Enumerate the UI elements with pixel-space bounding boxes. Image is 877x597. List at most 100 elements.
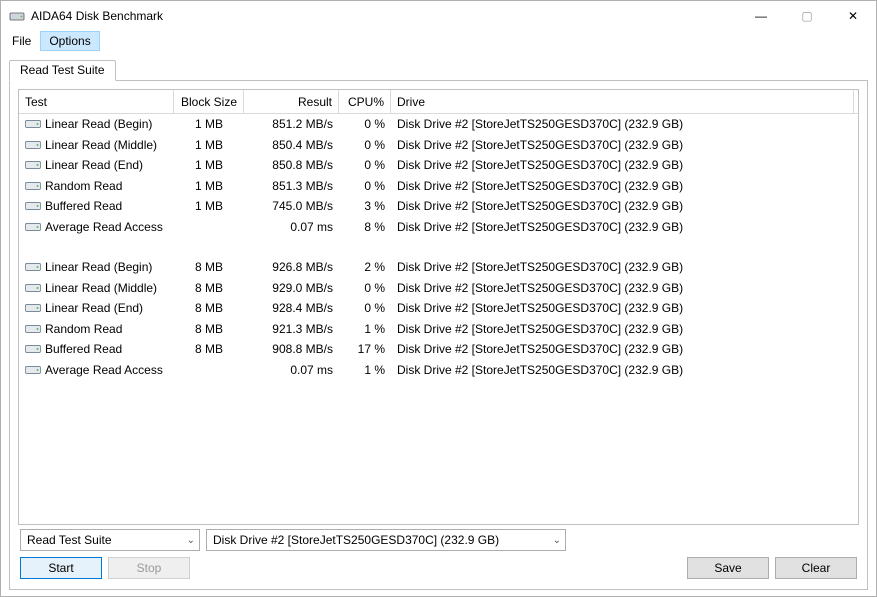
disk-icon [25, 343, 41, 355]
table-row[interactable]: Average Read Access0.07 ms8 %Disk Drive … [19, 217, 858, 238]
table-body: Linear Read (Begin)1 MB851.2 MB/s0 %Disk… [19, 114, 858, 380]
tabpage: Test Block Size Result CPU% Drive Linear… [9, 80, 868, 590]
cell-drive: Disk Drive #2 [StoreJetTS250GESD370C] (2… [391, 199, 854, 213]
cell-block-size: 1 MB [174, 158, 244, 172]
menu-file[interactable]: File [3, 31, 40, 51]
cell-result: 929.0 MB/s [244, 281, 339, 295]
disk-icon [25, 323, 41, 335]
table-row[interactable]: Random Read1 MB851.3 MB/s0 %Disk Drive #… [19, 176, 858, 197]
cell-result: 0.07 ms [244, 363, 339, 377]
cell-cpu: 0 % [339, 138, 391, 152]
close-button[interactable]: ✕ [830, 1, 876, 31]
app-icon [9, 8, 25, 24]
col-drive[interactable]: Drive [391, 90, 854, 113]
cell-result: 908.8 MB/s [244, 342, 339, 356]
disk-icon [25, 282, 41, 294]
table-row[interactable]: Buffered Read1 MB745.0 MB/s3 %Disk Drive… [19, 196, 858, 217]
cell-drive: Disk Drive #2 [StoreJetTS250GESD370C] (2… [391, 179, 854, 193]
cell-block-size: 8 MB [174, 260, 244, 274]
maximize-button[interactable]: ▢ [784, 1, 830, 31]
cell-test: Linear Read (Begin) [45, 260, 152, 274]
cell-block-size: 1 MB [174, 199, 244, 213]
cell-drive: Disk Drive #2 [StoreJetTS250GESD370C] (2… [391, 117, 854, 131]
cell-drive: Disk Drive #2 [StoreJetTS250GESD370C] (2… [391, 363, 854, 377]
cell-drive: Disk Drive #2 [StoreJetTS250GESD370C] (2… [391, 301, 854, 315]
col-cpu[interactable]: CPU% [339, 90, 391, 113]
menubar: File Options [1, 31, 876, 51]
table-header: Test Block Size Result CPU% Drive [19, 90, 858, 114]
cell-test: Buffered Read [45, 342, 122, 356]
buttons-row: Start Stop Save Clear [18, 555, 859, 581]
clear-button[interactable]: Clear [775, 557, 857, 579]
save-button[interactable]: Save [687, 557, 769, 579]
cell-cpu: 0 % [339, 158, 391, 172]
disk-icon [25, 364, 41, 376]
cell-test: Average Read Access [45, 363, 163, 377]
cell-block-size: 8 MB [174, 281, 244, 295]
cell-drive: Disk Drive #2 [StoreJetTS250GESD370C] (2… [391, 138, 854, 152]
app-window: AIDA64 Disk Benchmark — ▢ ✕ File Options… [0, 0, 877, 597]
cell-block-size: 8 MB [174, 342, 244, 356]
cell-result: 926.8 MB/s [244, 260, 339, 274]
cell-result: 0.07 ms [244, 220, 339, 234]
cell-test: Linear Read (End) [45, 158, 143, 172]
table-row[interactable]: Linear Read (Begin) 8 MB926.8 MB/s2 %Disk… [19, 257, 858, 278]
col-block-size[interactable]: Block Size [174, 90, 244, 113]
cell-result: 850.4 MB/s [244, 138, 339, 152]
cell-cpu: 3 % [339, 199, 391, 213]
minimize-button[interactable]: — [738, 1, 784, 31]
start-button[interactable]: Start [20, 557, 102, 579]
cell-drive: Disk Drive #2 [StoreJetTS250GESD370C] (2… [391, 158, 854, 172]
cell-result: 745.0 MB/s [244, 199, 339, 213]
cell-result: 928.4 MB/s [244, 301, 339, 315]
cell-test: Linear Read (Middle) [45, 281, 157, 295]
drive-select-value: Disk Drive #2 [StoreJetTS250GESD370C] (2… [213, 533, 499, 547]
tab-read-test-suite[interactable]: Read Test Suite [9, 60, 116, 81]
disk-icon [25, 180, 41, 192]
cell-test: Average Read Access [45, 220, 163, 234]
cell-cpu: 1 % [339, 322, 391, 336]
cell-block-size: 8 MB [174, 322, 244, 336]
cell-result: 921.3 MB/s [244, 322, 339, 336]
menu-options[interactable]: Options [40, 31, 99, 51]
window-controls: — ▢ ✕ [738, 1, 876, 31]
table-row[interactable]: Linear Read (End) 8 MB928.4 MB/s0 %Disk D… [19, 298, 858, 319]
cell-block-size: 8 MB [174, 301, 244, 315]
disk-icon [25, 200, 41, 212]
drive-select[interactable]: Disk Drive #2 [StoreJetTS250GESD370C] (2… [206, 529, 566, 551]
col-result[interactable]: Result [244, 90, 339, 113]
table-row[interactable]: Linear Read (End)1 MB850.8 MB/s0 %Disk D… [19, 155, 858, 176]
disk-icon [25, 118, 41, 130]
cell-drive: Disk Drive #2 [StoreJetTS250GESD370C] (2… [391, 281, 854, 295]
cell-drive: Disk Drive #2 [StoreJetTS250GESD370C] (2… [391, 260, 854, 274]
cell-cpu: 1 % [339, 363, 391, 377]
cell-cpu: 17 % [339, 342, 391, 356]
tabstrip: Read Test Suite [9, 60, 868, 81]
cell-cpu: 0 % [339, 117, 391, 131]
stop-button: Stop [108, 557, 190, 579]
table-row[interactable]: Linear Read (Middle)1 MB850.4 MB/s0 %Dis… [19, 135, 858, 156]
titlebar: AIDA64 Disk Benchmark — ▢ ✕ [1, 1, 876, 31]
test-suite-select[interactable]: Read Test Suite ⌄ [20, 529, 200, 551]
cell-cpu: 2 % [339, 260, 391, 274]
table-row[interactable]: Random Read8 MB921.3 MB/s1 %Disk Drive #… [19, 319, 858, 340]
cell-result: 851.3 MB/s [244, 179, 339, 193]
table-row[interactable]: Average Read Access 0.07 ms1 %Disk Drive … [19, 360, 858, 381]
cell-test: Linear Read (End) [45, 301, 143, 315]
window-title: AIDA64 Disk Benchmark [31, 9, 738, 23]
cell-cpu: 0 % [339, 301, 391, 315]
cell-test: Linear Read (Begin) [45, 117, 152, 131]
table-row[interactable]: Linear Read (Middle)8 MB929.0 MB/s0 %Dis… [19, 278, 858, 299]
table-spacer [19, 237, 858, 257]
col-test[interactable]: Test [19, 90, 174, 113]
client-area: Read Test Suite Test Block Size Result C… [1, 51, 876, 596]
cell-cpu: 0 % [339, 179, 391, 193]
results-table: Test Block Size Result CPU% Drive Linear… [18, 89, 859, 525]
table-row[interactable]: Buffered Read 8 MB908.8 MB/s17 %Disk Driv… [19, 339, 858, 360]
cell-test: Random Read [45, 322, 122, 336]
disk-icon [25, 139, 41, 151]
cell-test: Linear Read (Middle) [45, 138, 157, 152]
table-row[interactable]: Linear Read (Begin)1 MB851.2 MB/s0 %Disk… [19, 114, 858, 135]
cell-drive: Disk Drive #2 [StoreJetTS250GESD370C] (2… [391, 342, 854, 356]
cell-drive: Disk Drive #2 [StoreJetTS250GESD370C] (2… [391, 220, 854, 234]
